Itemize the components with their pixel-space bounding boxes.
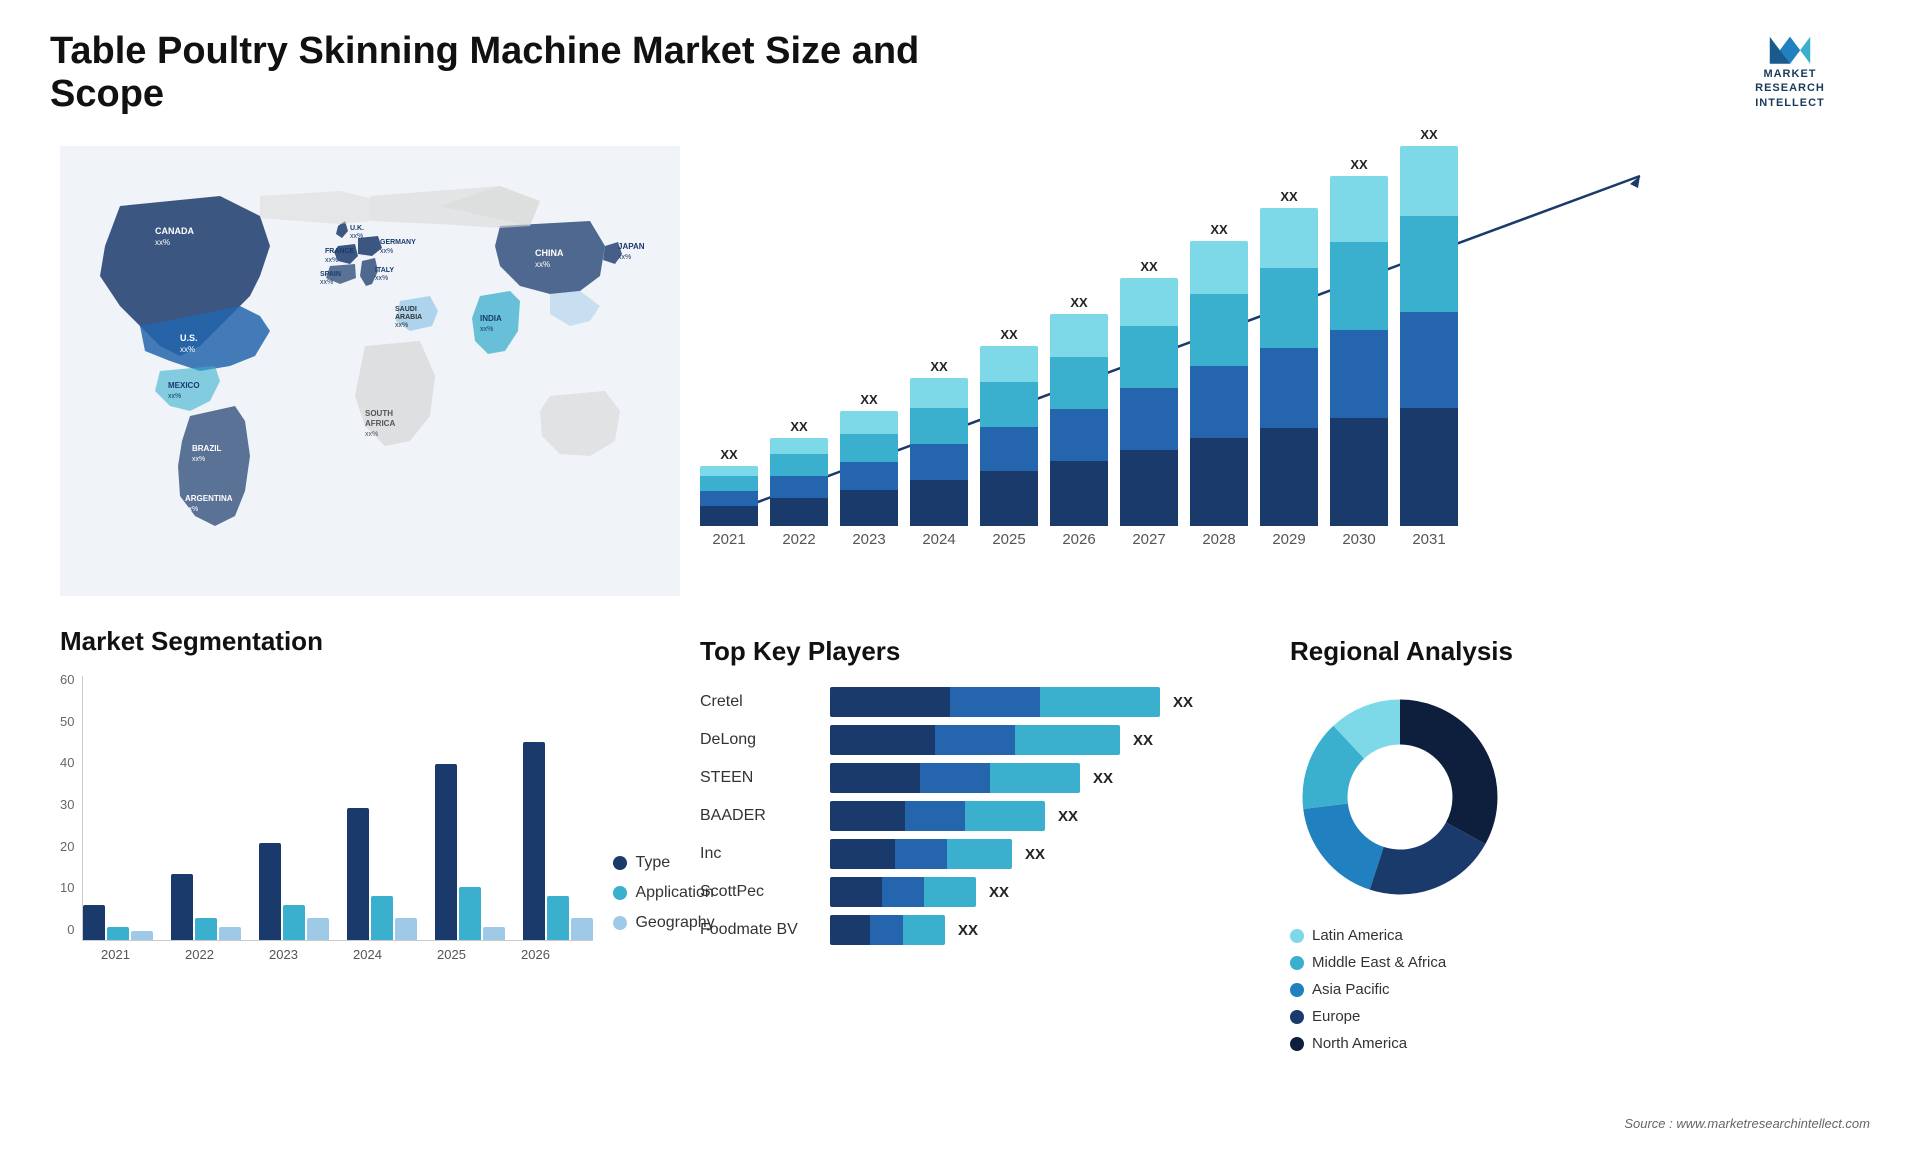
svg-text:U.K.: U.K.: [350, 225, 364, 232]
player-steen: STEEN XX: [700, 763, 1250, 793]
legend-middle-east-africa: Middle East & Africa: [1290, 954, 1840, 971]
svg-text:xx%: xx%: [375, 275, 388, 282]
svg-text:ARABIA: ARABIA: [395, 314, 422, 321]
bar-2028: XX: [1190, 222, 1248, 526]
seg-bars: [82, 676, 593, 941]
regional-section: Regional Analysis: [1270, 626, 1860, 1146]
player-cretel: Cretel XX: [700, 687, 1250, 717]
bar-2030: XX: [1330, 157, 1388, 526]
donut-chart: [1290, 687, 1510, 907]
player-delong: DeLong XX: [700, 725, 1250, 755]
svg-text:ARGENTINA: ARGENTINA: [185, 494, 233, 503]
player-inc: Inc XX: [700, 839, 1250, 869]
key-players-title: Top Key Players: [700, 636, 1250, 667]
logo-icon: [1755, 30, 1825, 67]
seg-y-axis: 0 10 20 30 40 50 60: [60, 672, 74, 962]
svg-text:FRANCE: FRANCE: [325, 248, 354, 255]
legend-europe: Europe: [1290, 1008, 1840, 1025]
bar-2027: XX: [1120, 259, 1178, 526]
svg-text:SAUDI: SAUDI: [395, 306, 417, 313]
player-scottpec: ScottPec XX: [700, 877, 1250, 907]
svg-text:CANADA: CANADA: [155, 226, 194, 236]
player-baader: BAADER XX: [700, 801, 1250, 831]
svg-text:U.S.: U.S.: [180, 333, 198, 343]
segmentation-title: Market Segmentation: [60, 626, 660, 657]
svg-text:AFRICA: AFRICA: [365, 419, 395, 428]
chart-section: XX XX: [670, 136, 1870, 616]
map-section: CANADA xx% U.S. xx% MEXICO xx% BRAZIL xx…: [50, 136, 670, 616]
svg-text:INDIA: INDIA: [480, 314, 502, 323]
regional-legend: Latin America Middle East & Africa Asia …: [1290, 927, 1840, 1052]
bar-2026: XX: [1050, 295, 1108, 526]
key-players-section: Top Key Players Cretel XX: [680, 626, 1270, 1146]
svg-text:xx%: xx%: [325, 257, 338, 264]
svg-text:CHINA: CHINA: [535, 248, 564, 258]
bar-2021: XX: [700, 447, 758, 526]
svg-text:xx%: xx%: [180, 345, 195, 354]
legend-latin-america: Latin America: [1290, 927, 1840, 944]
svg-text:xx%: xx%: [535, 260, 550, 269]
svg-text:SPAIN: SPAIN: [320, 271, 341, 278]
svg-text:xx%: xx%: [155, 238, 170, 247]
bar-2029: XX: [1260, 189, 1318, 526]
regional-title: Regional Analysis: [1290, 636, 1840, 667]
svg-text:xx%: xx%: [380, 248, 393, 255]
player-foodmate: Foodmate BV XX: [700, 915, 1250, 945]
segmentation-section: Market Segmentation 0 10 20 30 40 50 60: [50, 616, 670, 1156]
logo: MARKET RESEARCH INTELLECT: [1710, 30, 1870, 110]
svg-text:GERMANY: GERMANY: [380, 239, 416, 246]
svg-text:xx%: xx%: [395, 322, 408, 329]
legend-north-america: North America: [1290, 1035, 1840, 1052]
svg-text:xx%: xx%: [618, 254, 631, 261]
bar-2022: XX: [770, 419, 828, 526]
bar-2025: XX: [980, 327, 1038, 526]
players-list: Cretel XX DeLong: [700, 687, 1250, 945]
svg-text:BRAZIL: BRAZIL: [192, 444, 221, 453]
growth-bars: XX XX: [700, 146, 1840, 526]
bar-2023: XX: [840, 392, 898, 526]
svg-text:xx%: xx%: [365, 431, 378, 438]
svg-text:xx%: xx%: [185, 506, 198, 513]
svg-text:SOUTH: SOUTH: [365, 409, 393, 418]
svg-text:JAPAN: JAPAN: [618, 242, 645, 251]
svg-text:ITALY: ITALY: [375, 267, 394, 274]
bottom-right: Top Key Players Cretel XX: [670, 616, 1870, 1156]
svg-text:xx%: xx%: [168, 393, 181, 400]
logo-text: MARKET RESEARCH INTELLECT: [1755, 67, 1825, 110]
main-grid: CANADA xx% U.S. xx% MEXICO xx% BRAZIL xx…: [50, 136, 1870, 1156]
bar-2024: XX: [910, 359, 968, 526]
page-title: Table Poultry Skinning Machine Market Si…: [50, 30, 950, 116]
world-map: CANADA xx% U.S. xx% MEXICO xx% BRAZIL xx…: [60, 146, 680, 596]
chart-x-axis: 2021 2022 2023 2024 2025 2026 2027 2028 …: [700, 531, 1840, 548]
bar-2031: XX: [1400, 127, 1458, 526]
svg-text:xx%: xx%: [480, 326, 493, 333]
source-text: Source : www.marketresearchintellect.com: [1624, 1116, 1870, 1131]
seg-chart: 0 10 20 30 40 50 60: [60, 672, 660, 962]
svg-text:xx%: xx%: [320, 279, 333, 286]
header: Table Poultry Skinning Machine Market Si…: [50, 30, 1870, 116]
legend-asia-pacific: Asia Pacific: [1290, 981, 1840, 998]
page-container: Table Poultry Skinning Machine Market Si…: [0, 0, 1920, 1146]
seg-x-labels: 2021 2022 2023 2024 2025 2026: [82, 947, 593, 962]
svg-text:MEXICO: MEXICO: [168, 381, 200, 390]
svg-text:xx%: xx%: [192, 456, 205, 463]
